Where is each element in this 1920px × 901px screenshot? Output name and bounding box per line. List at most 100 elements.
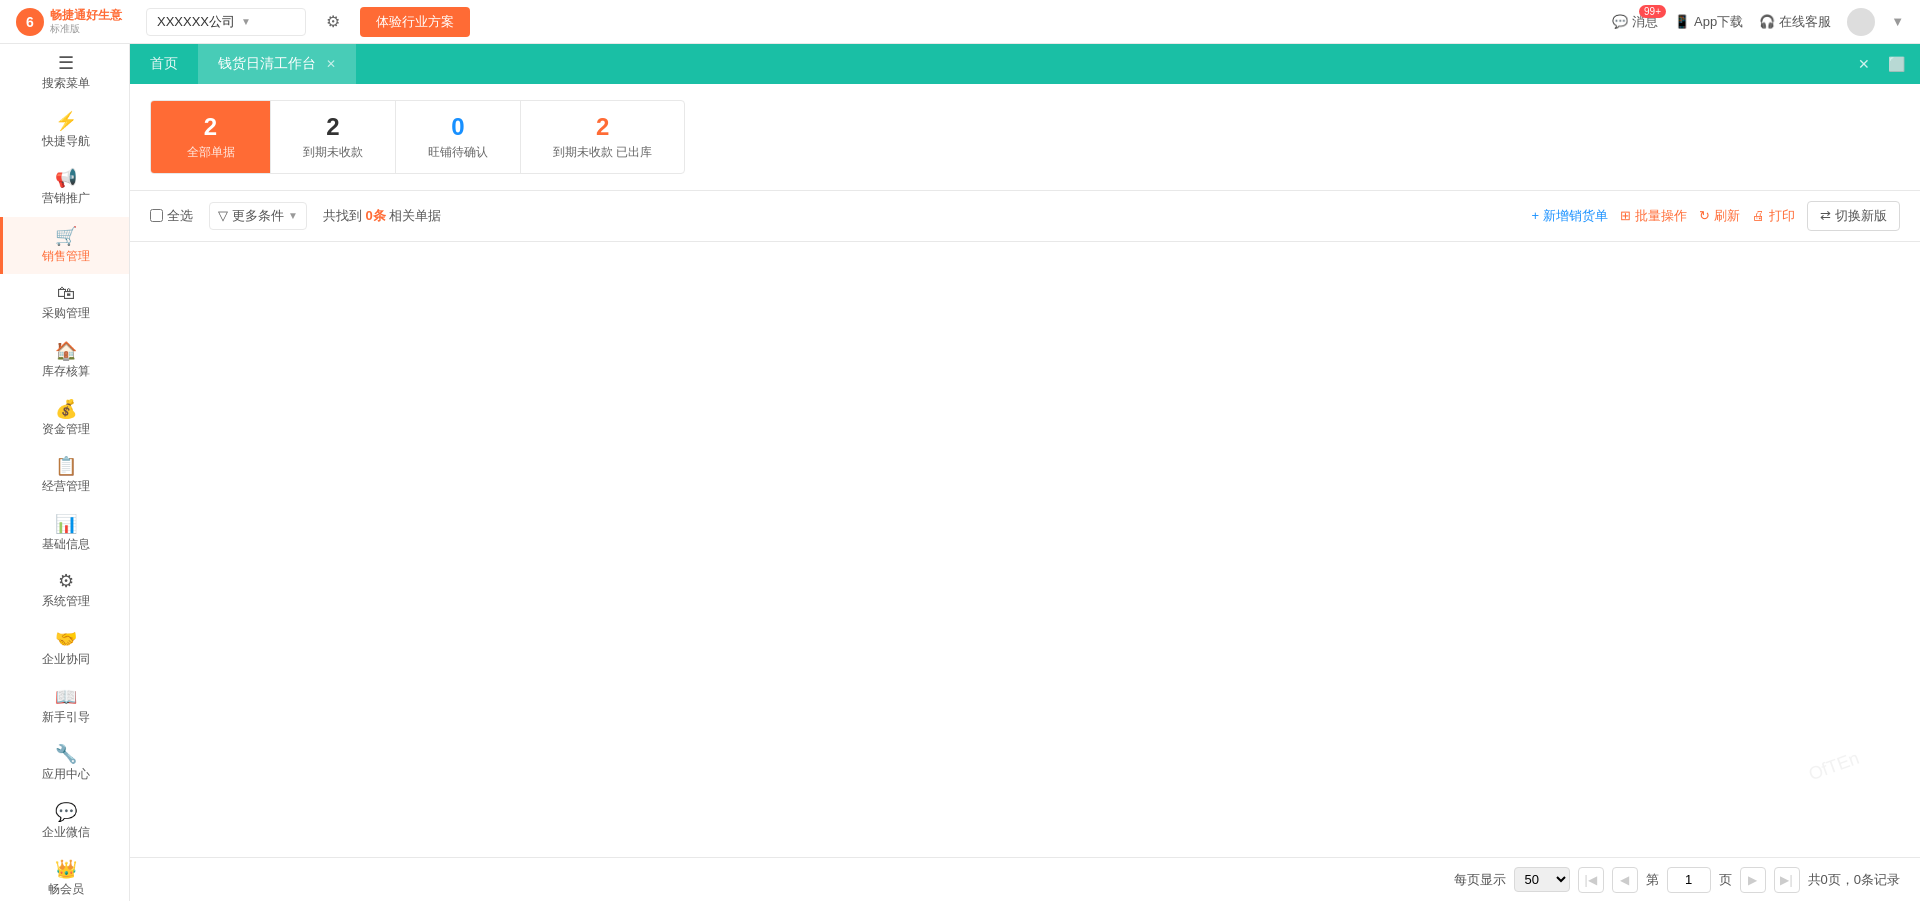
sidebar-item-guide[interactable]: 📖 新手引导 (0, 678, 129, 736)
page-label: 第 (1646, 871, 1659, 889)
sidebar-item-finance[interactable]: 💰 资金管理 (0, 390, 129, 448)
system-icon: ⚙ (58, 572, 74, 590)
online-service-button[interactable]: 🎧 在线客服 (1759, 13, 1831, 31)
sidebar-item-wechat[interactable]: 💬 企业微信 (0, 793, 129, 851)
add-label: 新增销货单 (1543, 207, 1608, 225)
sidebar-label-finance: 资金管理 (42, 422, 90, 438)
sidebar-item-system[interactable]: ⚙ 系统管理 (0, 562, 129, 620)
prev-page-button[interactable]: ◀ (1612, 867, 1638, 893)
search-menu-icon: ☰ (58, 54, 74, 72)
tab-close-button[interactable]: ✕ (1852, 52, 1876, 76)
top-header: 6 畅捷通好生意 标准版 XXXXXX公司 ▼ ⚙ 体验行业方案 💬 消息 99… (0, 0, 1920, 44)
sidebar-item-inventory[interactable]: 🏠 库存核算 (0, 332, 129, 390)
page-number-input[interactable] (1667, 867, 1711, 893)
sidebar-item-sales[interactable]: 🛒 销售管理 (0, 217, 129, 275)
filter-button[interactable]: ▽ 更多条件 ▼ (209, 202, 307, 230)
last-page-button[interactable]: ▶| (1774, 867, 1800, 893)
per-page-label: 每页显示 (1454, 871, 1506, 889)
app-download-button[interactable]: 📱 App下载 (1674, 13, 1743, 31)
stats-cards: 2 全部单据 2 到期未收款 0 旺铺待确认 2 到期未收款 已出库 (150, 100, 685, 174)
app-download-label: App下载 (1694, 13, 1743, 31)
toolbar: 全选 ▽ 更多条件 ▼ 共找到 0条 相关单据 + 新增销货单 (130, 191, 1920, 242)
print-button[interactable]: 🖨 打印 (1752, 207, 1795, 225)
batch-icon: ⊞ (1620, 208, 1631, 223)
tab-bar-actions: ✕ ⬜ (1852, 52, 1920, 76)
stat-label-wangpu: 旺铺待确认 (428, 144, 488, 161)
stat-card-shipped[interactable]: 2 到期未收款 已出库 (521, 101, 684, 173)
company-selector[interactable]: XXXXXX公司 ▼ (146, 8, 306, 36)
sales-icon: 🛒 (55, 227, 77, 245)
sidebar-label-wechat: 企业微信 (42, 825, 90, 841)
avatar[interactable] (1847, 8, 1875, 36)
next-page-button[interactable]: ▶ (1740, 867, 1766, 893)
stat-number-wangpu: 0 (428, 113, 488, 142)
stat-label-shipped: 到期未收款 已出库 (553, 144, 652, 161)
stat-number-shipped: 2 (553, 113, 652, 142)
tab-workbench[interactable]: 钱货日清工作台 ✕ (198, 44, 356, 84)
tab-home[interactable]: 首页 (130, 44, 198, 84)
found-count: 0条 (366, 208, 386, 223)
headset-icon: 🎧 (1759, 14, 1775, 29)
header-center: ⚙ 体验行业方案 (306, 7, 1612, 37)
header-right: 💬 消息 99+ 📱 App下载 🎧 在线客服 ▼ (1612, 8, 1904, 36)
sidebar-label-marketing: 营销推广 (42, 191, 90, 207)
sidebar-label-apps: 应用中心 (42, 767, 90, 783)
phone-icon: 📱 (1674, 14, 1690, 29)
sidebar-item-marketing[interactable]: 📢 营销推广 (0, 159, 129, 217)
settings-icon[interactable]: ⚙ (318, 7, 348, 37)
first-page-button[interactable]: |◀ (1578, 867, 1604, 893)
select-all-label: 全选 (167, 207, 193, 225)
experience-button[interactable]: 体验行业方案 (360, 7, 470, 37)
sidebar-item-operations[interactable]: 📋 经营管理 (0, 447, 129, 505)
table-area: OfTEn (130, 242, 1920, 857)
chevron-down-icon: ▼ (1891, 14, 1904, 29)
filter-label: 更多条件 (232, 207, 284, 225)
sidebar-item-member[interactable]: 👑 畅会员 (0, 850, 129, 901)
add-order-button[interactable]: + 新增销货单 (1531, 207, 1608, 225)
sidebar-item-basics[interactable]: 📊 基础信息 (0, 505, 129, 563)
basics-icon: 📊 (55, 515, 77, 533)
tab-expand-button[interactable]: ⬜ (1884, 52, 1908, 76)
checkbox-input[interactable] (150, 209, 163, 222)
sidebar-label-guide: 新手引导 (42, 710, 90, 726)
sidebar-item-search[interactable]: ☰ 搜索菜单 (0, 44, 129, 102)
inventory-icon: 🏠 (55, 342, 77, 360)
toolbar-right: + 新增销货单 ⊞ 批量操作 ↻ 刷新 🖨 打印 (1531, 201, 1900, 231)
stat-label-all: 全部单据 (183, 144, 238, 161)
messages-button[interactable]: 💬 消息 99+ (1612, 13, 1658, 31)
sidebar-item-apps[interactable]: 🔧 应用中心 (0, 735, 129, 793)
switch-label: 切换新版 (1835, 207, 1887, 225)
sidebar-item-quicknav[interactable]: ⚡ 快捷导航 (0, 102, 129, 160)
logo-subtitle: 标准版 (50, 23, 122, 35)
stats-area: 2 全部单据 2 到期未收款 0 旺铺待确认 2 到期未收款 已出库 (130, 84, 1920, 191)
app-layout: ☰ 搜索菜单 ⚡ 快捷导航 📢 营销推广 🛒 销售管理 🛍 采购管理 🏠 库存核… (0, 44, 1920, 901)
user-menu[interactable]: ▼ (1891, 14, 1904, 29)
operations-icon: 📋 (55, 457, 77, 475)
refresh-button[interactable]: ↻ 刷新 (1699, 207, 1740, 225)
stat-card-all[interactable]: 2 全部单据 (151, 101, 271, 173)
company-name: XXXXXX公司 (157, 13, 235, 31)
batch-action-button[interactable]: ⊞ 批量操作 (1620, 207, 1687, 225)
sidebar-label-sales: 销售管理 (42, 249, 90, 265)
switch-icon: ⇄ (1820, 208, 1831, 223)
online-service-label: 在线客服 (1779, 13, 1831, 31)
main-content: 首页 钱货日清工作台 ✕ ✕ ⬜ 2 全部单据 (130, 44, 1920, 901)
sidebar-item-enterprise[interactable]: 🤝 企业协同 (0, 620, 129, 678)
stat-card-wangpu[interactable]: 0 旺铺待确认 (396, 101, 521, 173)
sidebar-label-search: 搜索菜单 (42, 76, 90, 92)
sidebar-item-purchase[interactable]: 🛍 采购管理 (0, 274, 129, 332)
guide-icon: 📖 (55, 688, 77, 706)
sidebar-label-operations: 经营管理 (42, 479, 90, 495)
quicknav-icon: ⚡ (55, 112, 77, 130)
dropdown-arrow-icon: ▼ (241, 16, 251, 27)
logo-text: 畅捷通好生意 标准版 (50, 8, 122, 34)
pagination: 每页显示 50 100 200 |◀ ◀ 第 页 ▶ ▶| 共0页，0条记录 (130, 857, 1920, 901)
per-page-select[interactable]: 50 100 200 (1514, 867, 1570, 892)
sidebar-label-quicknav: 快捷导航 (42, 134, 90, 150)
filter-arrow-icon: ▼ (288, 210, 298, 221)
tab-close-icon[interactable]: ✕ (326, 57, 336, 71)
sidebar-label-basics: 基础信息 (42, 537, 90, 553)
select-all-checkbox[interactable]: 全选 (150, 207, 193, 225)
stat-card-overdue[interactable]: 2 到期未收款 (271, 101, 396, 173)
switch-version-button[interactable]: ⇄ 切换新版 (1807, 201, 1900, 231)
